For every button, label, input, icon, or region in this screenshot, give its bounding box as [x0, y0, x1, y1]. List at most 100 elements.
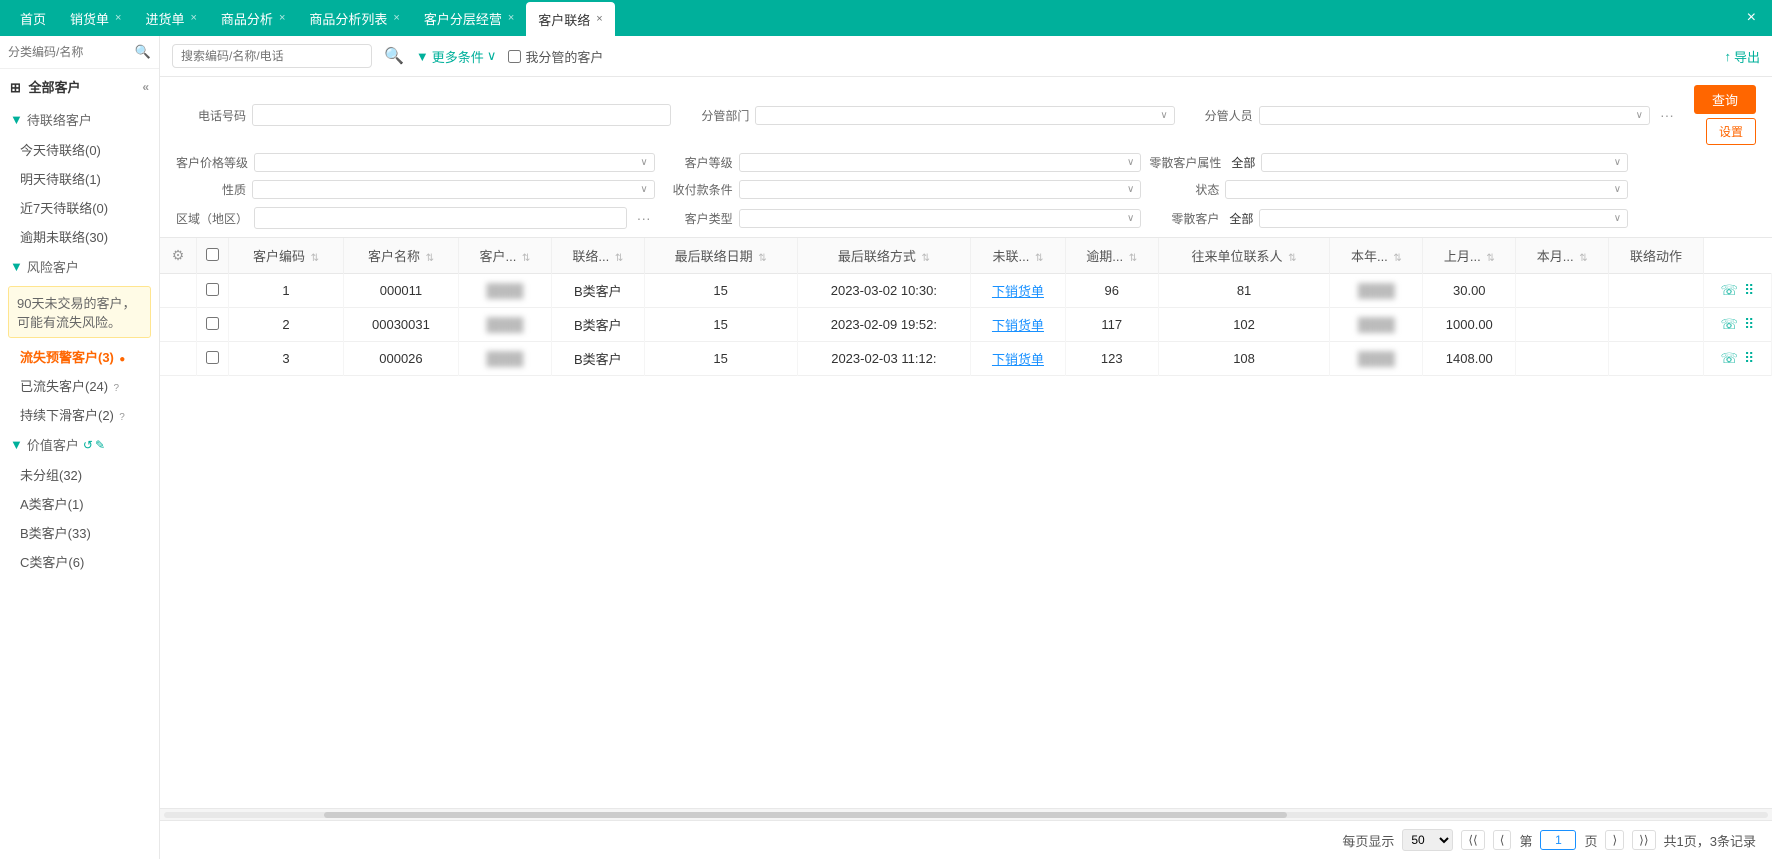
this-month-sort-icon[interactable]: ⇅: [1579, 253, 1587, 264]
contact-action-icon[interactable]: ☏: [1720, 282, 1738, 299]
manager-more-button[interactable]: ···: [1656, 107, 1678, 123]
payment-select[interactable]: ∨: [739, 180, 1142, 199]
scrollbar-thumb[interactable]: [324, 812, 1286, 818]
more-action-icon[interactable]: ⠿: [1744, 316, 1754, 333]
query-button[interactable]: 查询: [1694, 85, 1756, 114]
sidebar-item-a-class[interactable]: A类客户(1): [0, 489, 159, 518]
sidebar-item-ungrouped[interactable]: 未分组(32): [0, 460, 159, 489]
my-customer-checkbox[interactable]: [508, 50, 521, 63]
more-action-icon[interactable]: ⠿: [1744, 282, 1754, 299]
manager-select[interactable]: ∨: [1259, 106, 1650, 125]
global-close-button[interactable]: ×: [1739, 9, 1764, 27]
value-refresh-icon[interactable]: ↺: [83, 438, 93, 452]
name-sort-icon[interactable]: ⇅: [426, 253, 434, 264]
tab-customer-contact[interactable]: 客户联络 ×: [526, 2, 614, 36]
churned-help-icon[interactable]: ?: [113, 383, 119, 394]
tab-home[interactable]: 首页: [8, 0, 58, 36]
tab-product-analysis-list[interactable]: 商品分析列表 ×: [297, 0, 411, 36]
sidebar-item-b-class[interactable]: B类客户(33): [0, 518, 159, 547]
sidebar-item-tomorrow[interactable]: 明天待联络(1): [0, 164, 159, 193]
customer-level-select[interactable]: ∨: [739, 153, 1142, 172]
tab-sales-order[interactable]: 销货单 ×: [58, 0, 133, 36]
contact-sort-icon[interactable]: ⇅: [615, 253, 623, 264]
next-page-button[interactable]: ⟩: [1605, 830, 1624, 850]
type-col-header: 客户... ⇅: [458, 238, 551, 274]
sidebar-group-pending[interactable]: ▼ 待联络客户: [0, 104, 159, 135]
sidebar-item-declining[interactable]: 持续下滑客户(2) ?: [0, 400, 159, 429]
retail-customer-select[interactable]: ∨: [1259, 209, 1628, 228]
sidebar-item-churn-warning[interactable]: 流失预警客户(3) ●: [0, 342, 159, 371]
value-edit-icon[interactable]: ✎: [95, 438, 105, 452]
row-checkbox[interactable]: [206, 283, 219, 296]
row-checkbox[interactable]: [206, 317, 219, 330]
tab-purchase-order[interactable]: 进货单 ×: [133, 0, 208, 36]
row-last-date: 2023-02-09 19:52:: [797, 308, 971, 342]
sidebar-search-icon[interactable]: 🔍: [135, 44, 151, 60]
close-tab-sales-order[interactable]: ×: [115, 12, 121, 24]
tab-product-analysis[interactable]: 商品分析 ×: [209, 0, 297, 36]
contact-action-icon[interactable]: ☏: [1720, 350, 1738, 367]
sidebar-item-today[interactable]: 今天待联络(0): [0, 135, 159, 164]
filter-cell-dept: 分管部门 ∨: [679, 106, 1174, 125]
close-tab-product-analysis[interactable]: ×: [279, 12, 285, 24]
last-page-button[interactable]: ⟩⟩: [1632, 830, 1655, 850]
customer-type-select[interactable]: ∨: [739, 209, 1142, 228]
status-select[interactable]: ∨: [1225, 180, 1628, 199]
close-tab-purchase-order[interactable]: ×: [190, 12, 196, 24]
tab-customer-segment[interactable]: 客户分层经营 ×: [412, 0, 526, 36]
export-button[interactable]: ↑ 导出: [1724, 47, 1760, 66]
region-more-button[interactable]: ···: [633, 210, 655, 226]
per-page-select[interactable]: 50 100: [1402, 829, 1453, 851]
phone-input[interactable]: [252, 104, 671, 126]
page-number-input[interactable]: [1540, 830, 1576, 850]
contact-action-icon[interactable]: ☏: [1720, 316, 1738, 333]
sidebar-group-risk[interactable]: ▼ 风险客户: [0, 251, 159, 282]
unlink-sort-icon[interactable]: ⇅: [1035, 253, 1043, 264]
liaison-sort-icon[interactable]: ⇅: [1288, 253, 1296, 264]
row-name: ████: [458, 342, 551, 376]
sidebar-item-c-class[interactable]: C类客户(6): [0, 547, 159, 576]
content-area: 🔍 ▼ 更多条件 ∨ 我分管的客户 ↑ 导出 电话号码: [160, 36, 1772, 859]
close-tab-customer-segment[interactable]: ×: [508, 12, 514, 24]
row-checkbox[interactable]: [206, 351, 219, 364]
my-customer-checkbox-label[interactable]: 我分管的客户: [508, 47, 603, 66]
close-tab-customer-contact[interactable]: ×: [596, 13, 602, 25]
sidebar-group-value[interactable]: ▼ 价值客户 ↺ ✎: [0, 429, 159, 460]
retail-attr-select[interactable]: ∨: [1261, 153, 1628, 172]
type-sort-icon[interactable]: ⇅: [522, 253, 530, 264]
first-page-button[interactable]: ⟨⟨: [1461, 830, 1484, 850]
nature-select[interactable]: ∨: [252, 180, 655, 199]
search-input[interactable]: [172, 44, 372, 68]
dept-select[interactable]: ∨: [755, 106, 1174, 125]
close-tab-product-analysis-list[interactable]: ×: [393, 12, 399, 24]
row-liaison: ████: [1330, 342, 1423, 376]
filter-cell-phone: 电话号码: [176, 104, 671, 126]
region-input[interactable]: [254, 207, 627, 229]
declining-help-icon[interactable]: ?: [119, 412, 125, 423]
search-button[interactable]: 🔍: [384, 46, 404, 66]
sidebar-root-header[interactable]: ⊞ 全部客户 «: [0, 69, 159, 104]
horizontal-scrollbar[interactable]: [160, 808, 1772, 820]
checkbox-col-header: [196, 238, 228, 274]
overdue-sort-icon[interactable]: ⇅: [1129, 253, 1137, 264]
last-date-sort-icon[interactable]: ⇅: [758, 253, 766, 264]
prev-page-button[interactable]: ⟨: [1493, 830, 1512, 850]
sidebar-search-input[interactable]: [8, 45, 135, 59]
this-year-sort-icon[interactable]: ⇅: [1393, 253, 1401, 264]
filter-cell-customer-type: 客户类型 ∨: [663, 209, 1142, 228]
settings-button[interactable]: 设置: [1706, 118, 1756, 145]
more-conditions-button[interactable]: ▼ 更多条件 ∨: [416, 47, 496, 66]
more-action-icon[interactable]: ⠿: [1744, 350, 1754, 367]
select-all-checkbox[interactable]: [206, 248, 219, 261]
price-level-select[interactable]: ∨: [254, 153, 655, 172]
last-month-sort-icon[interactable]: ⇅: [1486, 253, 1494, 264]
code-sort-icon[interactable]: ⇅: [311, 253, 319, 264]
sidebar-item-churned[interactable]: 已流失客户(24) ?: [0, 371, 159, 400]
filter-cell-customer-level: 客户等级 ∨: [663, 153, 1142, 172]
row-unlink-days: 117: [1065, 308, 1158, 342]
table-settings-icon[interactable]: ⚙: [172, 247, 185, 263]
last-method-sort-icon[interactable]: ⇅: [921, 253, 929, 264]
sidebar-item-overdue[interactable]: 逾期未联络(30): [0, 222, 159, 251]
value-group-label: 价值客户: [27, 435, 79, 454]
sidebar-item-week[interactable]: 近7天待联络(0): [0, 193, 159, 222]
